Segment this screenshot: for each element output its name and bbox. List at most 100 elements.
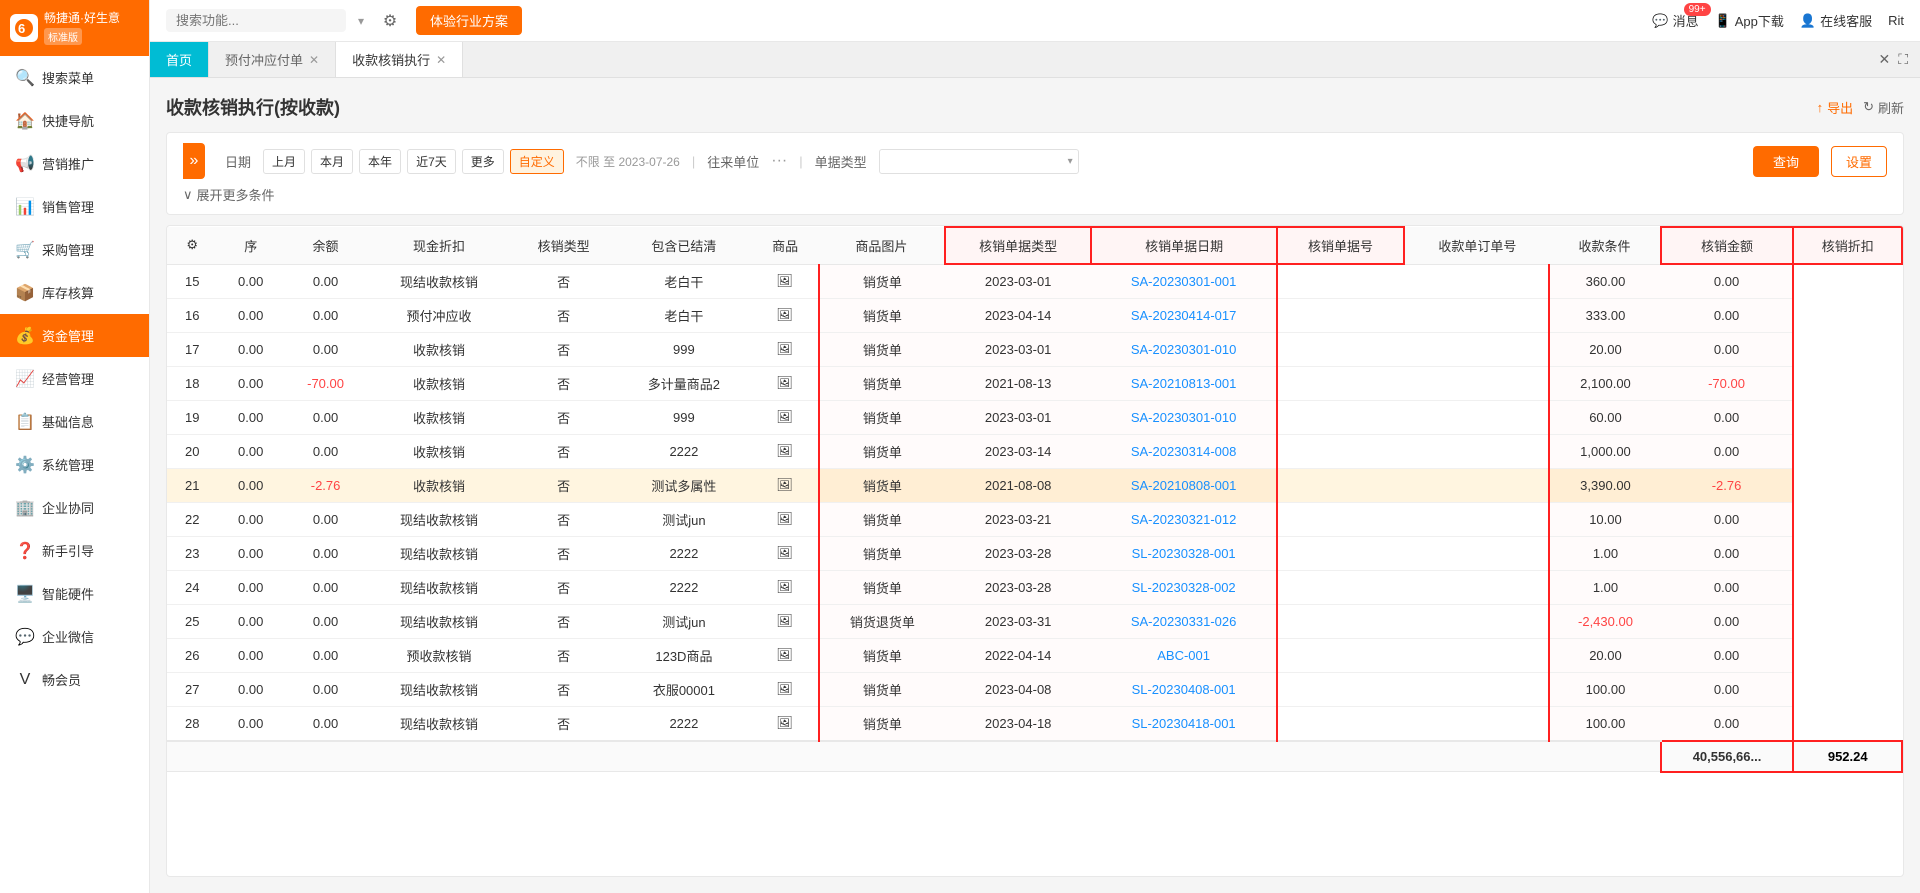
cell-verify_amount: 100.00 (1549, 706, 1660, 741)
sidebar-item-guide[interactable]: ❓ 新手引导 (0, 529, 149, 572)
date-this-month[interactable]: 本月 (311, 149, 353, 174)
cell-product: 测试jun (616, 502, 751, 536)
link-SL-20230328-001[interactable]: SL-20230328-001 (1132, 546, 1236, 561)
cell-cash_discount: 0.00 (284, 332, 367, 366)
cell-verify_bill_type: 销货单 (819, 434, 945, 468)
link-SL-20230408-001[interactable]: SL-20230408-001 (1132, 682, 1236, 697)
solution-button[interactable]: 体验行业方案 (416, 6, 522, 35)
page-header: 收款核销执行(按收款) ↑ 导出 ↻ 刷新 (166, 94, 1904, 120)
tab-close-receipt[interactable]: ✕ (436, 53, 446, 67)
cell-balance: 0.00 (218, 706, 284, 741)
cell-verify_bill_no[interactable]: SA-20210808-001 (1091, 468, 1276, 502)
cell-product_image: 🖼 (751, 570, 818, 604)
search-input[interactable] (166, 9, 346, 32)
cell-verify_bill_no[interactable]: SA-20230414-017 (1091, 298, 1276, 332)
negative-value: -2,430.00 (1578, 614, 1633, 629)
sidebar-item-member[interactable]: V 畅会员 (0, 658, 149, 701)
cell-verify_bill_no[interactable]: SA-20230301-001 (1091, 264, 1276, 298)
refresh-button[interactable]: ↻ 刷新 (1863, 98, 1904, 117)
cell-verify_bill_no[interactable]: ABC-001 (1091, 638, 1276, 672)
cell-verify_bill_no[interactable]: SA-20230301-010 (1091, 332, 1276, 366)
cell-receipt_terms (1404, 366, 1549, 400)
cell-verify_bill_no[interactable]: SL-20230418-001 (1091, 706, 1276, 741)
link-SA-20210808-001[interactable]: SA-20210808-001 (1131, 478, 1237, 493)
sidebar-item-purchase[interactable]: 🛒 采购管理 (0, 228, 149, 271)
date-range-display: 不限 至 2023-07-26 (576, 153, 680, 170)
cell-verify_discount: 0.00 (1661, 264, 1794, 298)
settings-button[interactable]: 设置 (1831, 146, 1887, 177)
cell-include_settled: 否 (511, 604, 617, 638)
cell-verify_bill_no[interactable]: SA-20230331-026 (1091, 604, 1276, 638)
footer-cell-5 (616, 741, 751, 772)
tab-home[interactable]: 首页 (150, 42, 209, 77)
maximize-icon[interactable]: ⛶ (1898, 51, 1908, 68)
sales-icon: 📊 (16, 198, 34, 216)
sidebar-item-inventory[interactable]: 📦 库存核算 (0, 271, 149, 314)
link-SA-20230321-012[interactable]: SA-20230321-012 (1131, 512, 1237, 527)
cell-product: 老白干 (616, 298, 751, 332)
guide-icon: ❓ (16, 542, 34, 560)
gear-icon[interactable]: ⚙ (376, 7, 404, 35)
page-content: 收款核销执行(按收款) ↑ 导出 ↻ 刷新 » 日期 上月 本月 (150, 78, 1920, 893)
bill-type-select[interactable] (879, 149, 1079, 174)
link-SA-20230301-010[interactable]: SA-20230301-010 (1131, 410, 1237, 425)
date-custom[interactable]: 自定义 (510, 149, 564, 174)
query-button[interactable]: 查询 (1753, 146, 1819, 177)
tab-receipt[interactable]: 收款核销执行✕ (336, 42, 463, 77)
sidebar-item-system[interactable]: ⚙️ 系统管理 (0, 443, 149, 486)
link-SL-20230328-002[interactable]: SL-20230328-002 (1132, 580, 1236, 595)
sidebar-item-quick-nav[interactable]: 🏠 快捷导航 (0, 99, 149, 142)
export-button[interactable]: ↑ 导出 (1817, 98, 1854, 117)
sidebar-item-basic[interactable]: 📋 基础信息 (0, 400, 149, 443)
cell-include_settled: 否 (511, 536, 617, 570)
cell-verify_bill_no[interactable]: SA-20230301-010 (1091, 400, 1276, 434)
close-window-icon[interactable]: ✕ (1878, 51, 1890, 68)
filter-toggle-button[interactable]: » (183, 143, 205, 179)
app-download-button[interactable]: 📱 App下载 (1715, 11, 1784, 30)
sidebar-item-search[interactable]: 🔍 搜索菜单 (0, 56, 149, 99)
cell-verify_bill_no[interactable]: SL-20230328-001 (1091, 536, 1276, 570)
link-SA-20230301-010[interactable]: SA-20230301-010 (1131, 342, 1237, 357)
dropdown-icon[interactable]: ▾ (358, 14, 364, 28)
cell-verify_discount: 0.00 (1661, 706, 1794, 741)
sidebar-item-enterprise[interactable]: 🏢 企业协同 (0, 486, 149, 529)
sidebar-item-sales[interactable]: 📊 销售管理 (0, 185, 149, 228)
cell-verify_bill_no[interactable]: SL-20230408-001 (1091, 672, 1276, 706)
from-unit-dots[interactable]: ··· (771, 152, 787, 170)
cell-verify_amount: 360.00 (1549, 264, 1660, 298)
sidebar-item-hardware[interactable]: 🖥️ 智能硬件 (0, 572, 149, 615)
sidebar-item-wechat[interactable]: 💬 企业微信 (0, 615, 149, 658)
tab-close-prepay[interactable]: ✕ (309, 53, 319, 67)
online-service-button[interactable]: 👤 在线客服 (1800, 11, 1872, 30)
date-this-year[interactable]: 本年 (359, 149, 401, 174)
col-header-settings[interactable]: ⚙ (167, 227, 218, 264)
link-SA-20230414-017[interactable]: SA-20230414-017 (1131, 308, 1237, 323)
date-7days[interactable]: 近7天 (407, 149, 456, 174)
footer-cell-7 (819, 741, 945, 772)
link-SA-20230314-008[interactable]: SA-20230314-008 (1131, 444, 1237, 459)
cell-verify_bill_no[interactable]: SA-20230321-012 (1091, 502, 1276, 536)
user-menu[interactable]: Rit (1888, 13, 1904, 28)
cell-verify_bill_no[interactable]: SA-20230314-008 (1091, 434, 1276, 468)
expand-more-button[interactable]: ∨ 展开更多条件 (183, 185, 1887, 204)
message-button[interactable]: 💬 消息 99+ (1652, 11, 1698, 30)
footer-cell-4 (511, 741, 617, 772)
sidebar-item-finance[interactable]: 💰 资金管理 (0, 314, 149, 357)
cell-cash_discount: 0.00 (284, 502, 367, 536)
sidebar-item-operations[interactable]: 📈 经营管理 (0, 357, 149, 400)
link-SL-20230418-001[interactable]: SL-20230418-001 (1132, 716, 1236, 731)
link-ABC-001[interactable]: ABC-001 (1157, 648, 1210, 663)
link-SA-20230301-001[interactable]: SA-20230301-001 (1131, 274, 1237, 289)
cell-cash_discount: 0.00 (284, 672, 367, 706)
link-SA-20210813-001[interactable]: SA-20210813-001 (1131, 376, 1237, 391)
cell-verify_bill_no[interactable]: SA-20210813-001 (1091, 366, 1276, 400)
sidebar-item-marketing[interactable]: 📢 营销推广 (0, 142, 149, 185)
date-more[interactable]: 更多 (462, 149, 504, 174)
cell-balance: 0.00 (218, 502, 284, 536)
cell-product_image: 🖼 (751, 604, 818, 638)
link-SA-20230331-026[interactable]: SA-20230331-026 (1131, 614, 1237, 629)
date-last-month[interactable]: 上月 (263, 149, 305, 174)
tab-prepay[interactable]: 预付冲应付单✕ (209, 42, 336, 77)
cell-verify_bill_date: 2023-04-14 (945, 298, 1092, 332)
cell-verify_bill_no[interactable]: SL-20230328-002 (1091, 570, 1276, 604)
